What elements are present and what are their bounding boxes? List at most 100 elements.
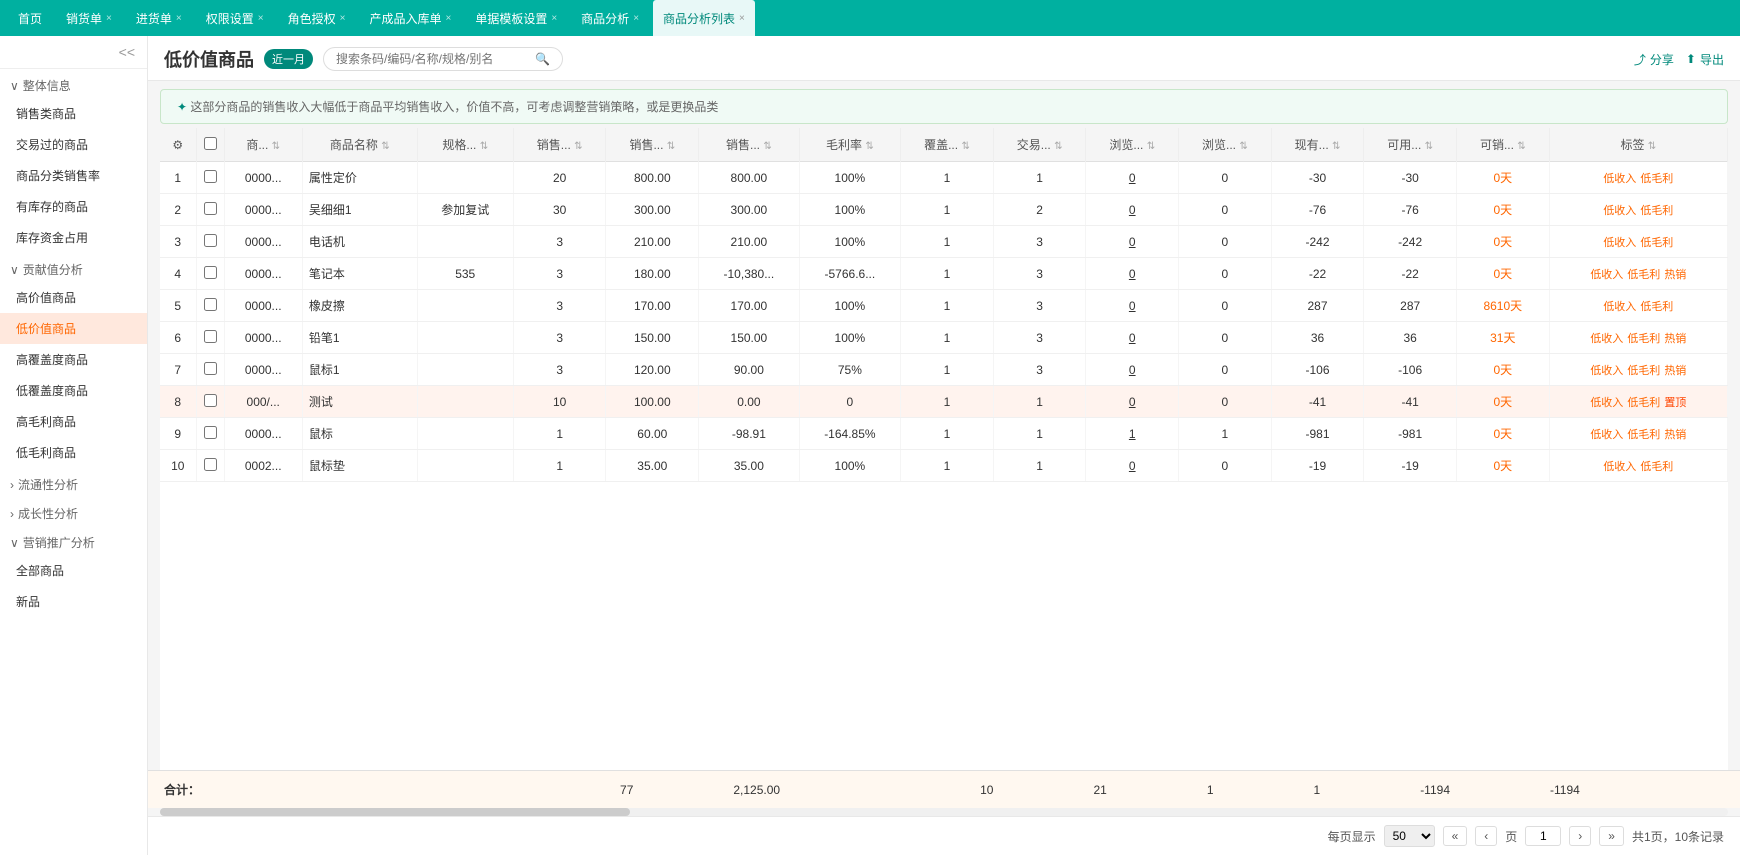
col-code[interactable]: 商... ⇅ <box>224 128 302 162</box>
per-page-select[interactable]: 50 100 200 <box>1384 825 1435 847</box>
td-view1[interactable]: 0 <box>1086 322 1179 354</box>
nav-purchase[interactable]: 进货单 × <box>126 0 192 36</box>
sidebar-item-high-margin[interactable]: 高毛利商品 <box>0 406 147 437</box>
td-view1[interactable]: 0 <box>1086 290 1179 322</box>
nav-sales[interactable]: 销货单 × <box>56 0 122 36</box>
search-box[interactable]: 🔍 <box>323 47 563 71</box>
col-amount[interactable]: 销售... ⇅ <box>699 128 799 162</box>
nav-purchase-close[interactable]: × <box>176 13 182 24</box>
td-checkbox[interactable] <box>196 290 224 322</box>
export-button[interactable]: ⬆ 导出 <box>1686 51 1724 68</box>
td-checkbox[interactable] <box>196 354 224 386</box>
col-available[interactable]: 可用... ⇅ <box>1364 128 1457 162</box>
view1-link[interactable]: 0 <box>1129 267 1136 281</box>
sidebar-item-high-value[interactable]: 高价值商品 <box>0 282 147 313</box>
row-checkbox[interactable] <box>204 202 217 215</box>
nav-home[interactable]: 首页 <box>8 0 52 36</box>
next-page-button[interactable]: › <box>1569 826 1591 846</box>
col-checkbox[interactable] <box>196 128 224 162</box>
td-checkbox[interactable] <box>196 450 224 482</box>
td-checkbox[interactable] <box>196 418 224 450</box>
col-name[interactable]: 商品名称 ⇅ <box>302 128 417 162</box>
nav-finished-goods-close[interactable]: × <box>445 13 451 24</box>
time-filter-badge[interactable]: 近一月 <box>264 49 313 69</box>
page-input[interactable] <box>1525 826 1561 846</box>
td-view1[interactable]: 0 <box>1086 354 1179 386</box>
td-checkbox[interactable] <box>196 226 224 258</box>
search-input[interactable] <box>336 52 529 66</box>
sidebar-item-stock-funds[interactable]: 库存资金占用 <box>0 222 147 253</box>
last-page-button[interactable]: » <box>1599 826 1624 846</box>
view1-link[interactable]: 0 <box>1129 203 1136 217</box>
first-page-button[interactable]: « <box>1443 826 1468 846</box>
sidebar-item-sales-goods[interactable]: 销售类商品 <box>0 98 147 129</box>
sidebar-item-new-goods[interactable]: 新品 <box>0 586 147 617</box>
col-saleable[interactable]: 可销... ⇅ <box>1456 128 1549 162</box>
nav-product-analysis-list-close[interactable]: × <box>739 13 745 24</box>
nav-role-auth-close[interactable]: × <box>340 13 346 24</box>
sidebar-item-all-goods[interactable]: 全部商品 <box>0 555 147 586</box>
view1-link[interactable]: 0 <box>1129 363 1136 377</box>
td-view1[interactable]: 0 <box>1086 194 1179 226</box>
sidebar-group-growth[interactable]: › 成长性分析 <box>0 497 147 526</box>
nav-sales-close[interactable]: × <box>106 13 112 24</box>
col-tags[interactable]: 标签 ⇅ <box>1549 128 1727 162</box>
nav-template-settings[interactable]: 单据模板设置 × <box>465 0 567 36</box>
td-checkbox[interactable] <box>196 194 224 226</box>
row-checkbox[interactable] <box>204 362 217 375</box>
row-checkbox[interactable] <box>204 266 217 279</box>
view1-link[interactable]: 0 <box>1129 299 1136 313</box>
view1-link[interactable]: 0 <box>1129 459 1136 473</box>
select-all-checkbox[interactable] <box>204 137 217 150</box>
col-current[interactable]: 现有... ⇅ <box>1271 128 1364 162</box>
row-checkbox[interactable] <box>204 298 217 311</box>
sidebar-item-low-coverage[interactable]: 低覆盖度商品 <box>0 375 147 406</box>
prev-page-button[interactable]: ‹ <box>1475 826 1497 846</box>
col-spec[interactable]: 规格... ⇅ <box>417 128 513 162</box>
col-view2[interactable]: 浏览... ⇅ <box>1179 128 1272 162</box>
sidebar-group-overall[interactable]: ∨ 整体信息 <box>0 69 147 98</box>
view1-link[interactable]: 1 <box>1129 427 1136 441</box>
horizontal-scrollbar[interactable] <box>160 808 1728 816</box>
row-checkbox[interactable] <box>204 234 217 247</box>
nav-auth-settings-close[interactable]: × <box>258 13 264 24</box>
col-qty[interactable]: 销售... ⇅ <box>513 128 606 162</box>
nav-role-auth[interactable]: 角色授权 × <box>278 0 356 36</box>
col-settings[interactable]: ⚙ <box>160 128 196 162</box>
nav-auth-settings[interactable]: 权限设置 × <box>196 0 274 36</box>
td-view1[interactable]: 0 <box>1086 450 1179 482</box>
td-checkbox[interactable] <box>196 162 224 194</box>
col-price[interactable]: 销售... ⇅ <box>606 128 699 162</box>
row-checkbox[interactable] <box>204 330 217 343</box>
scrollbar-thumb[interactable] <box>160 808 630 816</box>
view1-link[interactable]: 0 <box>1129 331 1136 345</box>
col-coverage[interactable]: 覆盖... ⇅ <box>901 128 994 162</box>
sidebar-collapse-btn[interactable]: << <box>115 42 139 62</box>
col-trade[interactable]: 交易... ⇅ <box>993 128 1086 162</box>
row-checkbox[interactable] <box>204 458 217 471</box>
sidebar-item-low-margin[interactable]: 低毛利商品 <box>0 437 147 468</box>
td-view1[interactable]: 0 <box>1086 162 1179 194</box>
nav-product-analysis-list[interactable]: 商品分析列表 × <box>653 0 755 36</box>
view1-link[interactable]: 0 <box>1129 235 1136 249</box>
sidebar-item-traded-goods[interactable]: 交易过的商品 <box>0 129 147 160</box>
row-checkbox[interactable] <box>204 426 217 439</box>
view1-link[interactable]: 0 <box>1129 171 1136 185</box>
sidebar-item-category-sales-rate[interactable]: 商品分类销售率 <box>0 160 147 191</box>
td-view1[interactable]: 0 <box>1086 386 1179 418</box>
col-view1[interactable]: 浏览... ⇅ <box>1086 128 1179 162</box>
td-checkbox[interactable] <box>196 322 224 354</box>
table-container[interactable]: ⚙ 商... ⇅ 商品名称 ⇅ 规格... ⇅ 销售... ⇅ 销售... ⇅ … <box>160 128 1728 770</box>
td-view1[interactable]: 1 <box>1086 418 1179 450</box>
nav-template-settings-close[interactable]: × <box>551 13 557 24</box>
col-margin[interactable]: 毛利率 ⇅ <box>799 128 901 162</box>
sidebar-item-stock-goods[interactable]: 有库存的商品 <box>0 191 147 222</box>
td-view1[interactable]: 0 <box>1086 258 1179 290</box>
sidebar-group-contribution[interactable]: ∨ 贡献值分析 <box>0 253 147 282</box>
sidebar-item-high-coverage[interactable]: 高覆盖度商品 <box>0 344 147 375</box>
share-button[interactable]: ⤴ 分享 <box>1634 51 1674 68</box>
sidebar-group-circulation[interactable]: › 流通性分析 <box>0 468 147 497</box>
td-checkbox[interactable] <box>196 258 224 290</box>
nav-product-analysis[interactable]: 商品分析 × <box>571 0 649 36</box>
nav-finished-goods[interactable]: 产成品入库单 × <box>359 0 461 36</box>
